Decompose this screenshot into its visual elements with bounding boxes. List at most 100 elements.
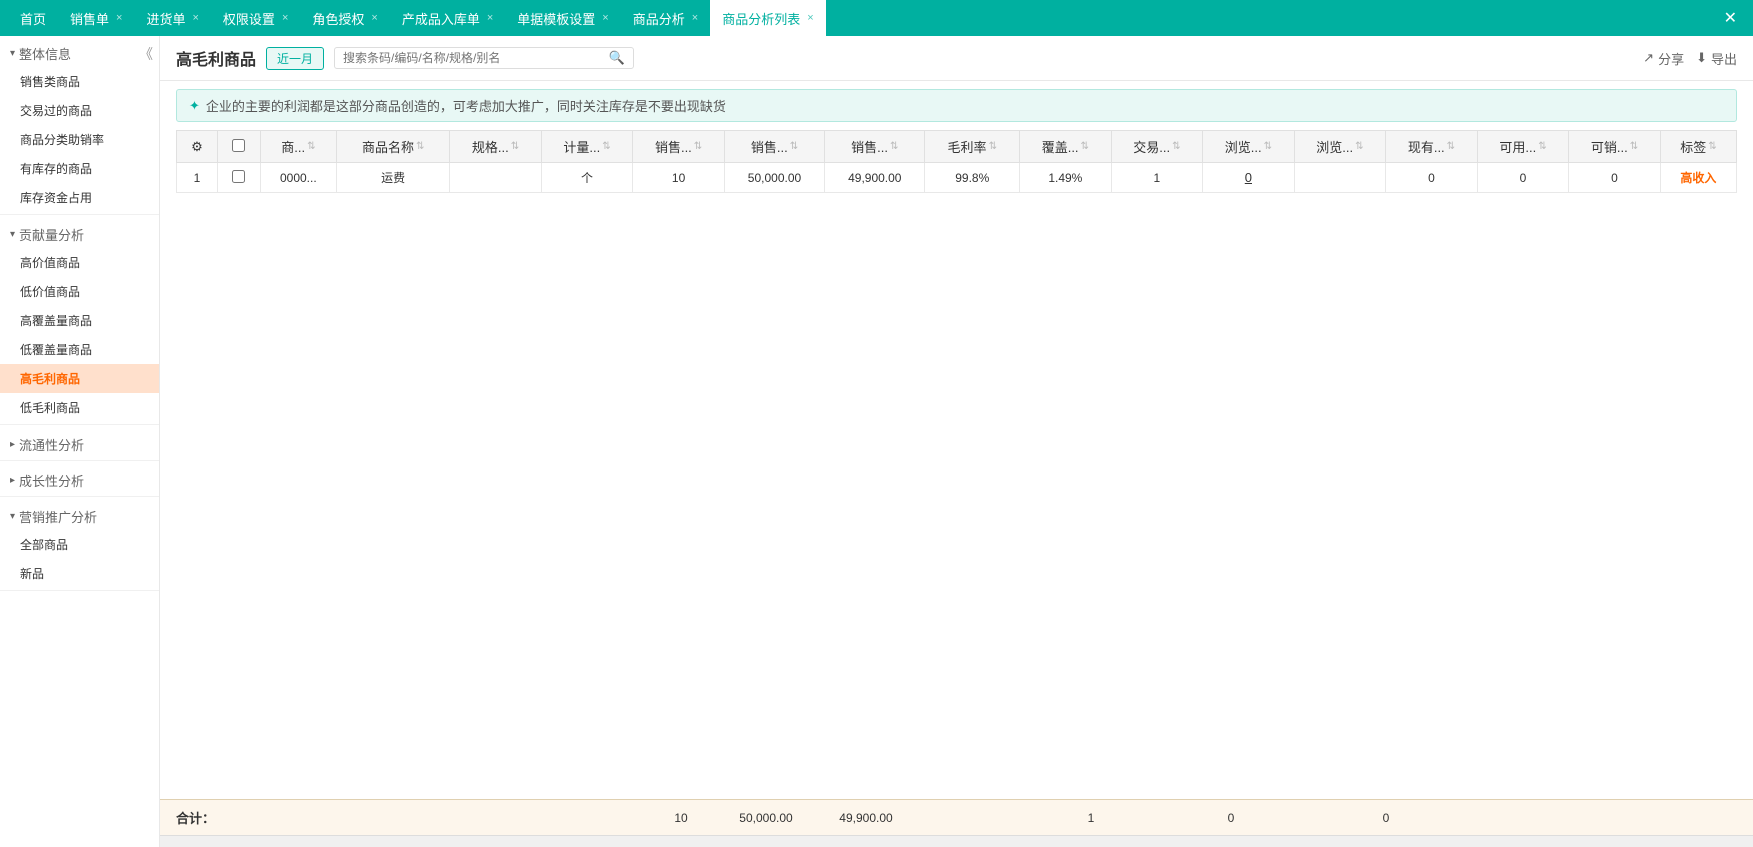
content-header: 高毛利商品 近一月 🔍 ↗ 分享 ⬇ 导出 (160, 36, 1753, 81)
col-header-current_stock[interactable]: 现有... ⇅ (1386, 131, 1478, 163)
col-sort-available_stock[interactable]: 可用... ⇅ (1499, 137, 1546, 156)
group-arrow-icon: ▾ (10, 229, 15, 240)
col-sort-spec[interactable]: 规格... ⇅ (472, 137, 519, 156)
sidebar-item-新品[interactable]: 新品 (0, 559, 159, 588)
tab-close-icon[interactable]: × (192, 12, 198, 24)
col-header-spec[interactable]: 规格... ⇅ (450, 131, 542, 163)
tab-close-icon[interactable]: × (692, 12, 698, 24)
footer-cell-6: 10 (646, 811, 716, 825)
tab-close-icon[interactable]: × (282, 12, 288, 24)
cell-checkbox[interactable] (217, 163, 260, 193)
tab-close-icon[interactable]: × (116, 12, 122, 24)
row-checkbox[interactable] (232, 170, 245, 183)
col-sort-current_stock[interactable]: 现有... ⇅ (1408, 137, 1455, 156)
col-sort-sales_profit[interactable]: 销售... ⇅ (851, 137, 898, 156)
select-all-checkbox[interactable] (232, 139, 245, 152)
col-header-sales_count[interactable]: 销售... ⇅ (633, 131, 725, 163)
col-sort-browse1[interactable]: 浏览... ⇅ (1225, 137, 1272, 156)
cell-browse1[interactable]: 0 (1203, 163, 1295, 193)
footer-cell-11: 1 (1056, 811, 1126, 825)
cell-available_stock: 0 (1477, 163, 1569, 193)
sidebar-item-高覆盖量商品[interactable]: 高覆盖量商品 (0, 306, 159, 335)
col-header-browse1[interactable]: 浏览... ⇅ (1203, 131, 1295, 163)
search-input[interactable] (343, 51, 609, 65)
col-sort-sales_amount[interactable]: 销售... ⇅ (751, 137, 798, 156)
nav-tab-销售单[interactable]: 销售单× (58, 0, 134, 36)
nav-tab-角色授权[interactable]: 角色授权× (300, 0, 389, 36)
cell-trade: 1 (1111, 163, 1203, 193)
footer-cell-5 (586, 811, 646, 825)
group-arrow-icon: ▸ (10, 475, 15, 486)
search-icon[interactable]: 🔍 (609, 50, 625, 66)
col-header-unit[interactable]: 计量... ⇅ (541, 131, 633, 163)
col-sort-margin_rate[interactable]: 毛利率 ⇅ (948, 137, 997, 156)
settings-icon[interactable]: ⚙ (191, 139, 203, 154)
sidebar-item-有库存的商品[interactable]: 有库存的商品 (0, 154, 159, 183)
col-sort-unit[interactable]: 计量... ⇅ (563, 137, 610, 156)
tab-close-icon[interactable]: × (807, 12, 813, 24)
footer-cell-14 (1266, 811, 1346, 825)
sidebar-item-销售类商品[interactable]: 销售类商品 (0, 67, 159, 96)
col-header-settings[interactable]: ⚙ (177, 131, 218, 163)
col-sort-tag[interactable]: 标签 ⇅ (1680, 137, 1716, 156)
sidebar-divider (0, 424, 159, 425)
col-header-sales_amount[interactable]: 销售... ⇅ (724, 131, 824, 163)
sidebar-item-高价值商品[interactable]: 高价值商品 (0, 248, 159, 277)
col-header-trade[interactable]: 交易... ⇅ (1111, 131, 1203, 163)
sidebar-item-全部商品[interactable]: 全部商品 (0, 530, 159, 559)
nav-tab-进货单[interactable]: 进货单× (134, 0, 210, 36)
sidebar-item-低覆盖量商品[interactable]: 低覆盖量商品 (0, 335, 159, 364)
nav-tab-商品分析[interactable]: 商品分析× (621, 0, 710, 36)
col-sort-code[interactable]: 商... ⇅ (281, 137, 315, 156)
footer-cell-8: 49,900.00 (816, 811, 916, 825)
col-header-salable_stock[interactable]: 可销... ⇅ (1569, 131, 1661, 163)
col-sort-coverage[interactable]: 覆盖... ⇅ (1042, 137, 1089, 156)
sidebar-item-高毛利商品[interactable]: 高毛利商品 (0, 364, 159, 393)
col-header-browse2[interactable]: 浏览... ⇅ (1294, 131, 1386, 163)
sidebar-item-低价值商品[interactable]: 低价值商品 (0, 277, 159, 306)
nav-tab-首页[interactable]: 首页 (8, 0, 58, 36)
tab-close-icon[interactable]: × (602, 12, 608, 24)
share-button[interactable]: ↗ 分享 (1643, 49, 1684, 68)
sidebar-group-整体信息[interactable]: ▾整体信息 (0, 36, 159, 67)
sidebar-item-低毛利商品[interactable]: 低毛利商品 (0, 393, 159, 422)
sidebar-group-营销推广分析[interactable]: ▾营销推广分析 (0, 499, 159, 530)
col-header-margin_rate[interactable]: 毛利率 ⇅ (925, 131, 1020, 163)
col-header-name[interactable]: 商品名称 ⇅ (337, 131, 450, 163)
sidebar-divider (0, 496, 159, 497)
cell-link[interactable]: 0 (1245, 170, 1252, 185)
sidebar-collapse-button[interactable]: 《 (139, 44, 153, 64)
col-header-available_stock[interactable]: 可用... ⇅ (1477, 131, 1569, 163)
sidebar-group-流通性分析[interactable]: ▸流通性分析 (0, 427, 159, 458)
col-sort-browse2[interactable]: 浏览... ⇅ (1316, 137, 1363, 156)
col-header-coverage[interactable]: 覆盖... ⇅ (1020, 131, 1112, 163)
nav-tab-权限设置[interactable]: 权限设置× (211, 0, 300, 36)
horizontal-scrollbar[interactable] (160, 835, 1753, 847)
nav-tab-单据模板设置[interactable]: 单据模板设置× (505, 0, 620, 36)
col-sort-salable_stock[interactable]: 可销... ⇅ (1591, 137, 1638, 156)
nav-tab-产成品入库单[interactable]: 产成品入库单× (390, 0, 505, 36)
sidebar-item-商品分类助销率[interactable]: 商品分类助销率 (0, 125, 159, 154)
total-label: 合计： (176, 808, 256, 827)
sidebar-group-贡献量分析[interactable]: ▾贡献量分析 (0, 217, 159, 248)
content-area: 高毛利商品 近一月 🔍 ↗ 分享 ⬇ 导出 ✦ 企业的主要的利润都是这部分商品创… (160, 36, 1753, 847)
col-header-tag[interactable]: 标签 ⇅ (1660, 131, 1736, 163)
export-button[interactable]: ⬇ 导出 (1696, 49, 1737, 68)
sidebar-group-成长性分析[interactable]: ▸成长性分析 (0, 463, 159, 494)
search-bar: 🔍 (334, 47, 634, 69)
tab-close-icon[interactable]: × (487, 12, 493, 24)
window-close-button[interactable]: ✕ (1716, 8, 1745, 28)
cell-margin_rate: 99.8% (925, 163, 1020, 193)
col-sort-name[interactable]: 商品名称 ⇅ (362, 137, 424, 156)
sidebar-item-交易过的商品[interactable]: 交易过的商品 (0, 96, 159, 125)
tab-close-icon[interactable]: × (371, 12, 377, 24)
nav-tab-商品分析列表[interactable]: 商品分析列表× (710, 0, 825, 36)
filter-period-button[interactable]: 近一月 (266, 47, 324, 70)
col-header-checkbox[interactable] (217, 131, 260, 163)
col-sort-trade[interactable]: 交易... ⇅ (1133, 137, 1180, 156)
col-header-code[interactable]: 商... ⇅ (260, 131, 337, 163)
col-header-sales_profit[interactable]: 销售... ⇅ (825, 131, 925, 163)
footer-cell-15: 0 (1346, 811, 1426, 825)
col-sort-sales_count[interactable]: 销售... ⇅ (655, 137, 702, 156)
sidebar-item-库存资金占用[interactable]: 库存资金占用 (0, 183, 159, 212)
